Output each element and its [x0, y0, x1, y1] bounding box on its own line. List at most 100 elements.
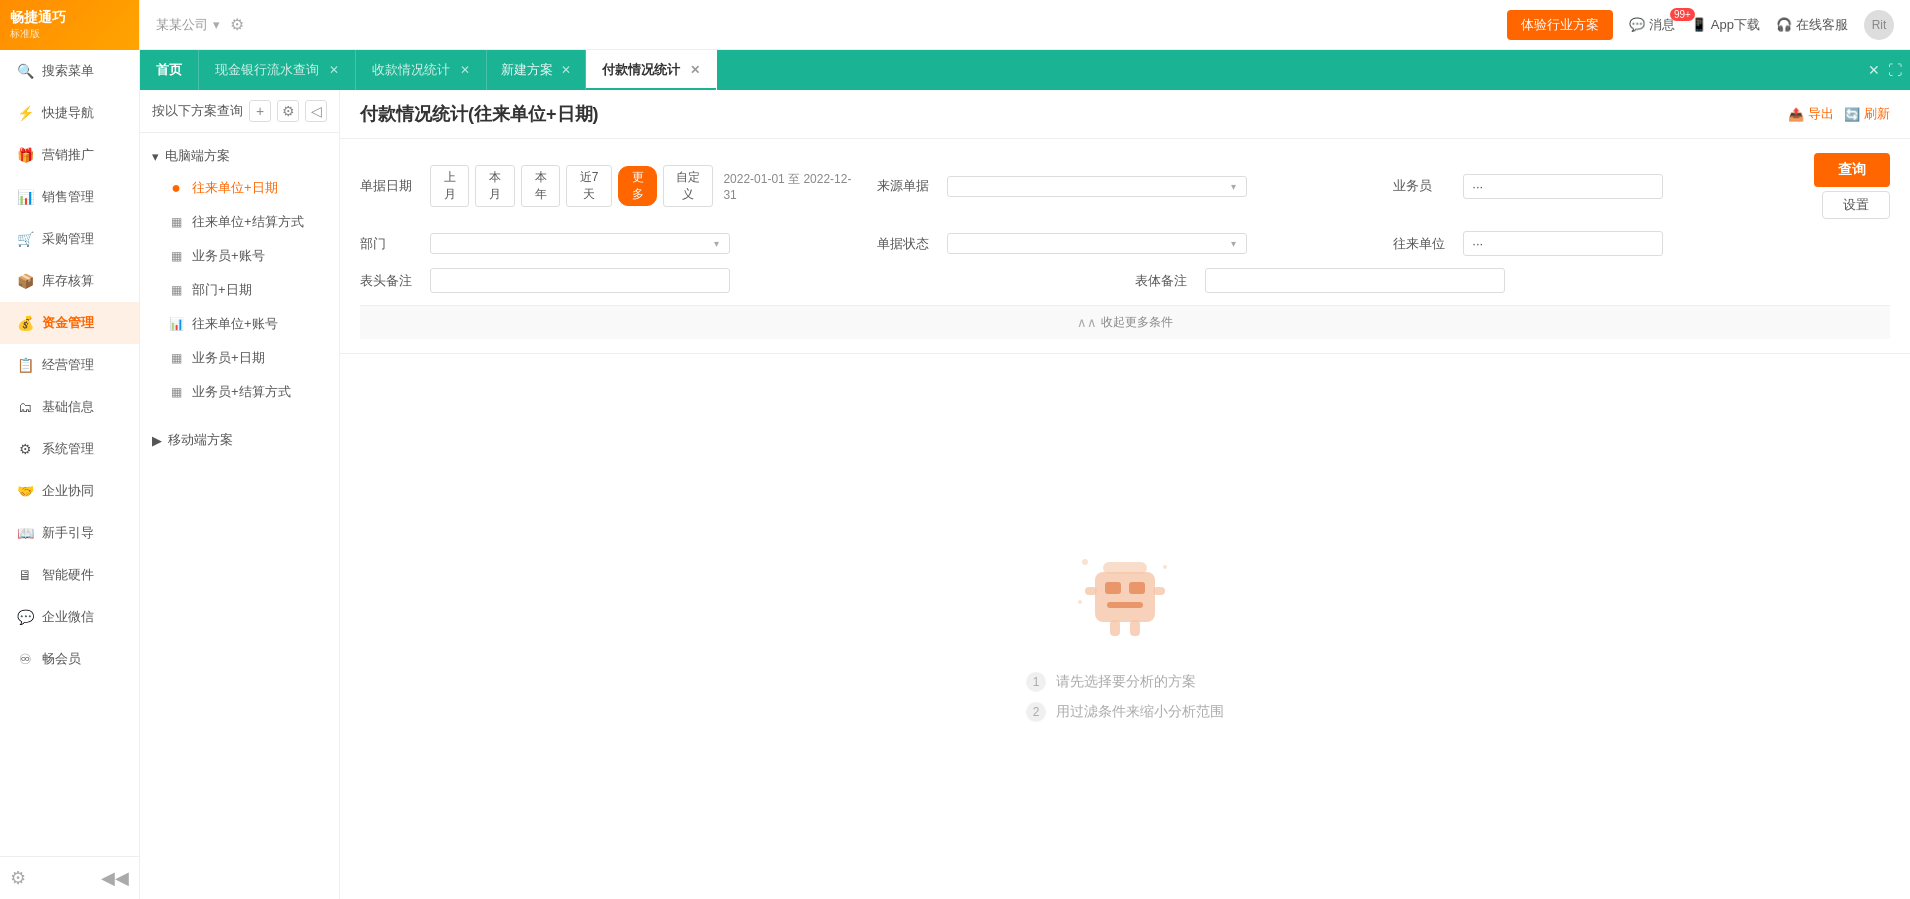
panel-add-button[interactable]: +	[249, 100, 271, 122]
page-title: 付款情况统计(往来单位+日期)	[360, 102, 599, 126]
message-item[interactable]: 💬 消息 99+	[1629, 16, 1675, 34]
tab-bank-close-icon[interactable]: ✕	[329, 63, 339, 77]
settings-gear-icon[interactable]: ⚙	[230, 15, 244, 34]
sidebar-item-label: 营销推广	[42, 146, 94, 164]
query-actions: 查询 设置	[1814, 153, 1890, 219]
guide-icon: 📖	[16, 524, 34, 542]
panel-item-unit-account[interactable]: 📊 往来单位+账号	[140, 307, 339, 341]
sidebar-item-coop[interactable]: 🤝 企业协同	[0, 470, 139, 512]
panel-item-unit-date[interactable]: ● 往来单位+日期	[140, 171, 339, 205]
tab-receipt[interactable]: 收款情况统计 ✕	[356, 50, 487, 90]
message-icon: 💬	[1629, 17, 1645, 32]
sidebar-item-guide[interactable]: 📖 新手引导	[0, 512, 139, 554]
app-download-item[interactable]: 📱 App下载	[1691, 16, 1760, 34]
date-btn-7days[interactable]: 近7天	[566, 165, 611, 207]
empty-illustration	[1065, 532, 1185, 652]
user-name-short: Rit	[1872, 18, 1887, 32]
tab-home[interactable]: 首页	[140, 50, 199, 90]
sidebar-item-label: 快捷导航	[42, 104, 94, 122]
sidebar-item-purchase[interactable]: 🛒 采购管理	[0, 218, 139, 260]
panel-item-unit-settle[interactable]: ▦ 往来单位+结算方式	[140, 205, 339, 239]
company-selector[interactable]: 某某公司 ▾	[156, 16, 220, 34]
tab-receipt-label: 收款情况统计	[372, 61, 450, 79]
tab-payment[interactable]: 付款情况统计 ✕	[586, 50, 717, 90]
header-remark-input[interactable]	[430, 268, 730, 293]
panel-item-dept-date[interactable]: ▦ 部门+日期	[140, 273, 339, 307]
svg-rect-2	[1129, 582, 1145, 594]
svg-point-11	[1078, 600, 1082, 604]
partner-input[interactable]: ···	[1463, 231, 1663, 256]
date-field-group: 单据日期 上月 本月 本年 近7天 更多 自定义 2022-01-01 至 20…	[360, 165, 857, 207]
sidebar-item-label: 搜索菜单	[42, 62, 94, 80]
agent-input[interactable]: ···	[1463, 174, 1663, 199]
source-select[interactable]: ▾	[947, 176, 1247, 197]
settings-button[interactable]: 设置	[1822, 191, 1890, 219]
sales-icon: 📊	[16, 188, 34, 206]
svg-point-9	[1082, 559, 1088, 565]
empty-tips: 1 请先选择要分析的方案 2 用过滤条件来缩小分析范围	[1026, 672, 1224, 722]
sidebar-item-operation[interactable]: 📋 经营管理	[0, 344, 139, 386]
settings-icon[interactable]: ⚙	[10, 867, 26, 889]
sidebar-item-marketing[interactable]: 🎁 营销推广	[0, 134, 139, 176]
query-button[interactable]: 查询	[1814, 153, 1890, 187]
body-remark-input[interactable]	[1205, 268, 1505, 293]
date-range-display: 2022-01-01 至 2022-12-31	[723, 171, 856, 202]
collapse-sidebar-icon[interactable]: ◀◀	[101, 867, 129, 889]
collapse-bar[interactable]: ∧∧ 收起更多条件	[360, 305, 1890, 339]
sidebar-item-sales[interactable]: 📊 销售管理	[0, 176, 139, 218]
sidebar-item-vip[interactable]: ♾ 畅会员	[0, 638, 139, 680]
sidebar-footer: ⚙ ◀◀	[0, 856, 139, 899]
panel-item-agent-account[interactable]: ▦ 业务员+账号	[140, 239, 339, 273]
header-remark-group: 表头备注	[360, 268, 1115, 293]
sidebar-item-basic[interactable]: 🗂 基础信息	[0, 386, 139, 428]
panel-item-agent-date[interactable]: ▦ 业务员+日期	[140, 341, 339, 375]
date-btn-last-month[interactable]: 上月	[430, 165, 469, 207]
panel-section-desktop[interactable]: ▾ 电脑端方案	[140, 141, 339, 171]
tab-bank[interactable]: 现金银行流水查询 ✕	[199, 50, 356, 90]
sidebar-item-search[interactable]: 🔍 搜索菜单	[0, 50, 139, 92]
plan-icon: ▦	[168, 248, 184, 264]
dept-select-arrow-icon: ▾	[714, 238, 719, 249]
nav-icon: ⚡	[16, 104, 34, 122]
empty-tip-1: 1 请先选择要分析的方案	[1026, 672, 1224, 692]
panel-settings-button[interactable]: ⚙	[277, 100, 299, 122]
sidebar-item-hardware[interactable]: 🖥 智能硬件	[0, 554, 139, 596]
date-btn-this-year[interactable]: 本年	[521, 165, 560, 207]
panel-collapse-button[interactable]: ◁	[305, 100, 327, 122]
date-quick-options: 上月 本月 本年 近7天 更多 自定义	[430, 165, 713, 207]
top-header: 某某公司 ▾ ⚙ 体验行业方案 💬 消息 99+ 📱 App下载 🎧 在线客服 …	[140, 0, 1910, 50]
tab-new-plan-label: 新建方案	[501, 61, 553, 79]
sidebar-item-inventory[interactable]: 📦 库存核算	[0, 260, 139, 302]
status-select[interactable]: ▾	[947, 233, 1247, 254]
user-avatar[interactable]: Rit	[1864, 10, 1894, 40]
refresh-button[interactable]: 🔄 刷新	[1844, 105, 1890, 123]
panel-item-agent-settle[interactable]: ▦ 业务员+结算方式	[140, 375, 339, 409]
online-service-item[interactable]: 🎧 在线客服	[1776, 16, 1848, 34]
panel-section-mobile[interactable]: ▶ 移动端方案	[140, 425, 339, 455]
tab-new-plan-close-icon[interactable]: ✕	[561, 63, 571, 77]
online-service-label: 在线客服	[1796, 16, 1848, 34]
tab-close-all-icon[interactable]: ✕	[1868, 62, 1880, 78]
tab-expand-icon[interactable]: ⛶	[1888, 62, 1902, 78]
sidebar-item-nav[interactable]: ⚡ 快捷导航	[0, 92, 139, 134]
app-name: 畅捷通巧	[10, 9, 66, 27]
date-btn-this-month[interactable]: 本月	[475, 165, 514, 207]
sidebar-item-wechat[interactable]: 💬 企业微信	[0, 596, 139, 638]
company-name: 某某公司	[156, 16, 208, 34]
tab-new-plan[interactable]: 新建方案 ✕	[487, 50, 586, 90]
sidebar-item-capital[interactable]: 💰 资金管理	[0, 302, 139, 344]
agent-field-group: 业务员 ··· 查询 设置	[1393, 153, 1890, 219]
trial-button[interactable]: 体验行业方案	[1507, 10, 1613, 40]
sidebar-item-label: 畅会员	[42, 650, 81, 668]
date-btn-more[interactable]: 更多	[618, 166, 657, 206]
tab-receipt-close-icon[interactable]: ✕	[460, 63, 470, 77]
source-field-group: 来源单据 ▾	[877, 176, 1374, 197]
sidebar-item-label: 基础信息	[42, 398, 94, 416]
sidebar-item-label: 销售管理	[42, 188, 94, 206]
sidebar-item-system[interactable]: ⚙ 系统管理	[0, 428, 139, 470]
date-btn-custom[interactable]: 自定义	[663, 165, 713, 207]
dept-select[interactable]: ▾	[430, 233, 730, 254]
sidebar-item-label: 资金管理	[42, 314, 94, 332]
tab-payment-close-icon[interactable]: ✕	[690, 63, 700, 77]
export-button[interactable]: 📤 导出	[1788, 105, 1834, 123]
